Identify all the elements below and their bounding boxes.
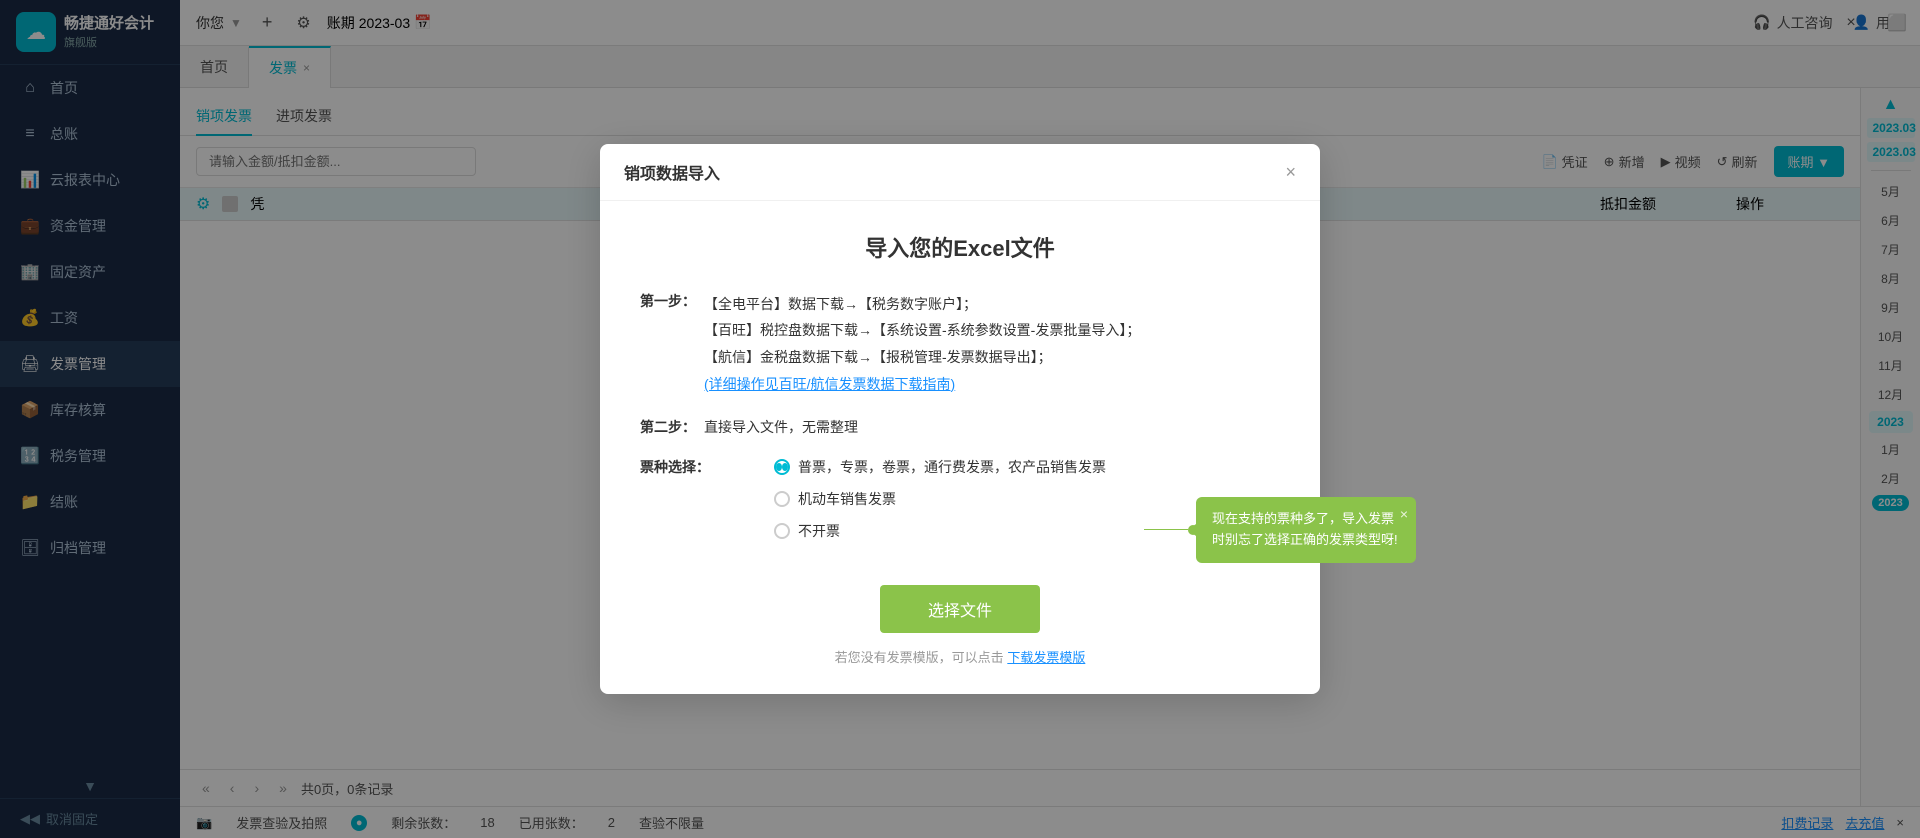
tooltip-connector — [1144, 525, 1198, 535]
guide-link[interactable]: (详细操作见百旺/航信发票数据下载指南) — [704, 376, 955, 392]
radio-none-label: 不开票 — [798, 521, 840, 541]
radio-motor-label: 机动车销售发票 — [798, 489, 896, 509]
radio-motor[interactable]: 机动车销售发票 — [774, 489, 1106, 509]
modal-dialog: 销项数据导入 × 导入您的Excel文件 第一步： 【全电平台】数据下载→【税务… — [600, 144, 1320, 694]
step-2-text: 直接导入文件，无需整理 — [704, 417, 858, 437]
step-2: 第二步： 直接导入文件，无需整理 — [640, 417, 1280, 437]
template-hint: 若您没有发票模版，可以点击 下载发票模版 — [835, 647, 1086, 666]
radio-normal-circle — [774, 459, 790, 475]
radio-none-circle — [774, 523, 790, 539]
modal-close-button[interactable]: × — [1285, 163, 1296, 181]
ticket-selection: 票种选择： 普票，专票，卷票，通行费发票，农产品销售发票 机动车销售 — [640, 457, 1280, 541]
radio-none[interactable]: 不开票 — [774, 521, 1106, 541]
radio-normal[interactable]: 普票，专票，卷票，通行费发票，农产品销售发票 — [774, 457, 1106, 477]
tooltip-box: × 现在支持的票种多了，导入发票时别忘了选择正确的发票类型呀! — [1196, 497, 1416, 563]
step-1-line-1: 【全电平台】数据下载→【税务数字账户】； — [704, 291, 1140, 318]
template-hint-text: 若您没有发票模版，可以点击 — [835, 650, 1004, 665]
modal-header: 销项数据导入 × — [600, 144, 1320, 201]
modal-main-title: 导入您的Excel文件 — [640, 231, 1280, 263]
radio-group: 普票，专票，卷票，通行费发票，农产品销售发票 机动车销售发票 — [774, 457, 1106, 541]
download-template-link[interactable]: 下载发票模版 — [1007, 650, 1085, 665]
tooltip-trigger — [1145, 499, 1146, 500]
radio-motor-circle — [774, 491, 790, 507]
modal-body: 导入您的Excel文件 第一步： 【全电平台】数据下载→【税务数字账户】； 【百… — [600, 201, 1320, 565]
step-1-num: 第一步： — [640, 291, 696, 397]
modal-footer: 选择文件 若您没有发票模版，可以点击 下载发票模版 — [600, 565, 1320, 694]
radio-normal-label: 普票，专票，卷票，通行费发票，农产品销售发票 — [798, 457, 1106, 477]
tooltip-close-button[interactable]: × — [1400, 503, 1408, 525]
modal-overlay: 销项数据导入 × 导入您的Excel文件 第一步： 【全电平台】数据下载→【税务… — [0, 0, 1920, 838]
select-file-button[interactable]: 选择文件 — [880, 585, 1040, 633]
step-1: 第一步： 【全电平台】数据下载→【税务数字账户】； 【百旺】税控盘数据下载→【系… — [640, 291, 1280, 397]
ticket-label: 票种选择： — [640, 457, 710, 477]
tooltip-text: 现在支持的票种多了，导入发票时别忘了选择正确的发票类型呀! — [1212, 511, 1398, 547]
modal-title: 销项数据导入 — [624, 160, 720, 184]
step-1-link: (详细操作见百旺/航信发票数据下载指南) — [704, 371, 1140, 398]
step-1-line-2: 【百旺】税控盘数据下载→【系统设置-系统参数设置-发票批量导入】； — [704, 317, 1140, 344]
step-1-line-3: 【航信】金税盘数据下载→【报税管理-发票数据导出】； — [704, 344, 1140, 371]
step-2-num: 第二步： — [640, 417, 696, 437]
